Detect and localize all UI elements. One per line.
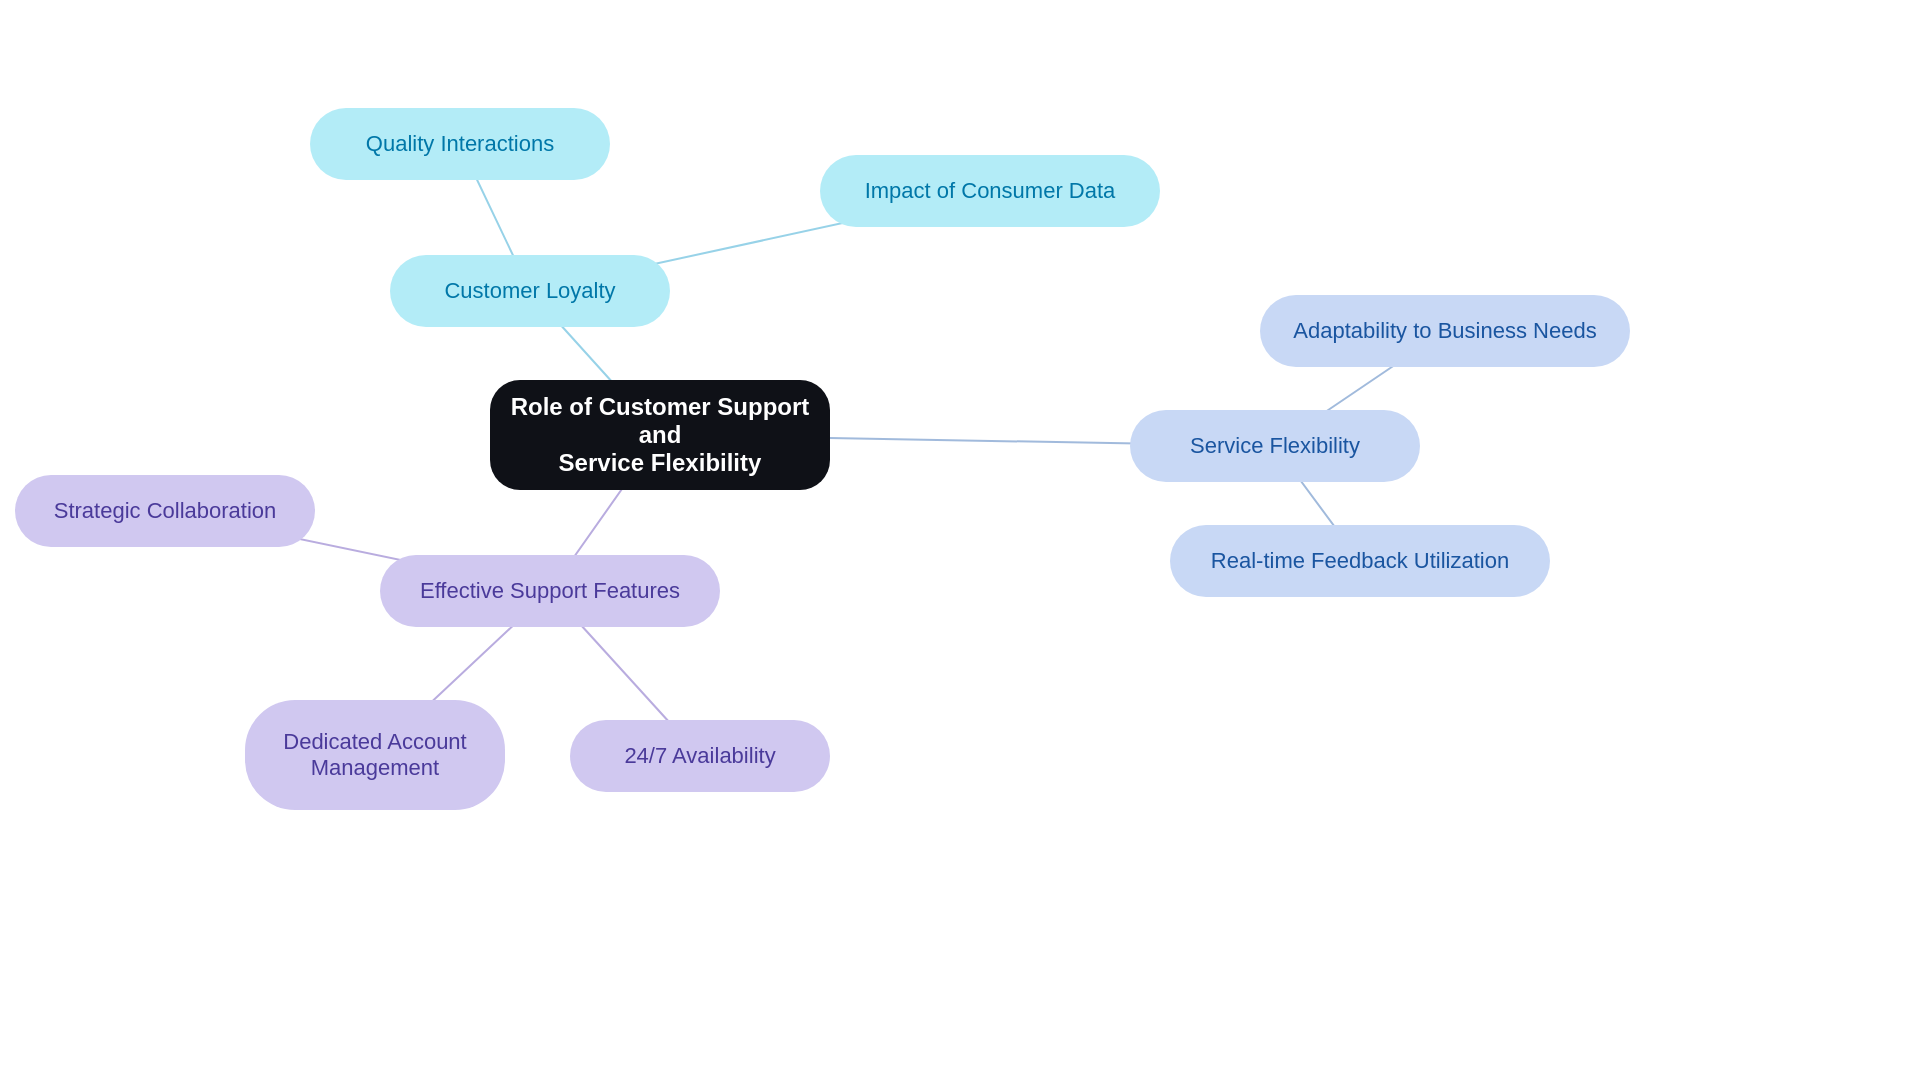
customer-loyalty-label: Customer Loyalty	[444, 278, 615, 304]
node-customer-loyalty[interactable]: Customer Loyalty	[390, 255, 670, 327]
effective-support-label: Effective Support Features	[420, 578, 680, 604]
node-strategic-collaboration[interactable]: Strategic Collaboration	[15, 475, 315, 547]
quality-interactions-label: Quality Interactions	[366, 131, 554, 157]
center-node[interactable]: Role of Customer Support and Service Fle…	[490, 380, 830, 490]
node-service-flexibility[interactable]: Service Flexibility	[1130, 410, 1420, 482]
node-adaptability[interactable]: Adaptability to Business Needs	[1260, 295, 1630, 367]
node-quality-interactions[interactable]: Quality Interactions	[310, 108, 610, 180]
availability-label: 24/7 Availability	[624, 743, 775, 769]
impact-consumer-data-label: Impact of Consumer Data	[865, 178, 1116, 204]
node-impact-consumer-data[interactable]: Impact of Consumer Data	[820, 155, 1160, 227]
service-flexibility-label: Service Flexibility	[1190, 433, 1360, 459]
center-node-label: Role of Customer Support and Service Fle…	[490, 393, 830, 477]
node-dedicated-account[interactable]: Dedicated Account Management	[245, 700, 505, 810]
adaptability-label: Adaptability to Business Needs	[1293, 318, 1596, 344]
mind-map-container: Role of Customer Support and Service Fle…	[0, 0, 1920, 1083]
node-availability[interactable]: 24/7 Availability	[570, 720, 830, 792]
node-realtime-feedback[interactable]: Real-time Feedback Utilization	[1170, 525, 1550, 597]
realtime-feedback-label: Real-time Feedback Utilization	[1211, 548, 1509, 574]
node-effective-support[interactable]: Effective Support Features	[380, 555, 720, 627]
strategic-collaboration-label: Strategic Collaboration	[54, 498, 277, 524]
dedicated-account-label: Dedicated Account Management	[267, 729, 482, 781]
